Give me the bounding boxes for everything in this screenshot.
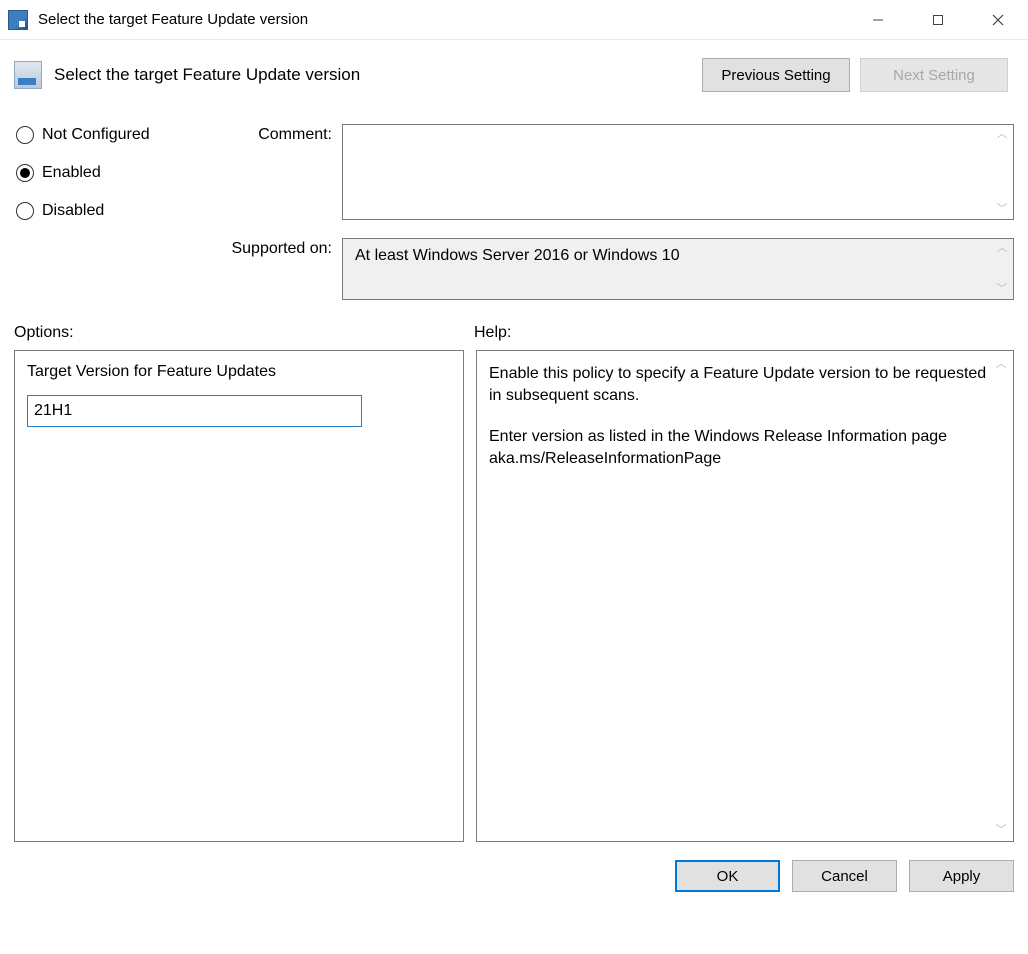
options-label: Options: <box>14 324 474 342</box>
help-text-2: Enter version as listed in the Windows R… <box>489 426 987 471</box>
radio-not-configured[interactable]: Not Configured <box>16 126 196 144</box>
radio-label: Not Configured <box>42 126 150 144</box>
next-setting-button: Next Setting <box>860 58 1008 92</box>
close-button[interactable] <box>968 0 1028 39</box>
config-area: Not Configured Enabled Disabled Comment:… <box>0 100 1028 300</box>
comment-label: Comment: <box>214 124 332 220</box>
scrollbar[interactable]: ︿﹀ <box>995 125 1009 219</box>
policy-icon <box>14 61 42 89</box>
cancel-button[interactable]: Cancel <box>792 860 897 892</box>
options-panel: Target Version for Feature Updates <box>14 350 464 842</box>
radio-enabled[interactable]: Enabled <box>16 164 196 182</box>
window-controls <box>848 0 1028 39</box>
scrollbar[interactable]: ︿﹀ <box>993 355 1009 837</box>
title-bar: Select the target Feature Update version <box>0 0 1028 40</box>
help-text-1: Enable this policy to specify a Feature … <box>489 363 987 408</box>
help-label: Help: <box>474 324 511 342</box>
maximize-button[interactable] <box>908 0 968 39</box>
dialog-footer: OK Cancel Apply <box>0 842 1028 892</box>
radio-label: Disabled <box>42 202 104 220</box>
ok-button[interactable]: OK <box>675 860 780 892</box>
help-panel: Enable this policy to specify a Feature … <box>476 350 1014 842</box>
target-version-input[interactable] <box>27 395 362 427</box>
supported-on-label: Supported on: <box>214 238 332 300</box>
policy-title: Select the target Feature Update version <box>54 65 690 85</box>
radio-disabled[interactable]: Disabled <box>16 202 196 220</box>
supported-on-box: At least Windows Server 2016 or Windows … <box>342 238 1014 300</box>
previous-setting-button[interactable]: Previous Setting <box>702 58 850 92</box>
minimize-button[interactable] <box>848 0 908 39</box>
radio-label: Enabled <box>42 164 101 182</box>
target-version-label: Target Version for Feature Updates <box>27 363 451 381</box>
window-title: Select the target Feature Update version <box>38 11 848 28</box>
state-radio-group: Not Configured Enabled Disabled <box>16 124 196 300</box>
header-row: Select the target Feature Update version… <box>0 40 1028 100</box>
apply-button[interactable]: Apply <box>909 860 1014 892</box>
supported-on-value: At least Windows Server 2016 or Windows … <box>343 239 1013 273</box>
comment-textarea[interactable]: ︿﹀ <box>342 124 1014 220</box>
scrollbar: ︿﹀ <box>995 239 1009 299</box>
panel-labels: Options: Help: <box>0 300 1028 350</box>
window-icon <box>8 10 28 30</box>
